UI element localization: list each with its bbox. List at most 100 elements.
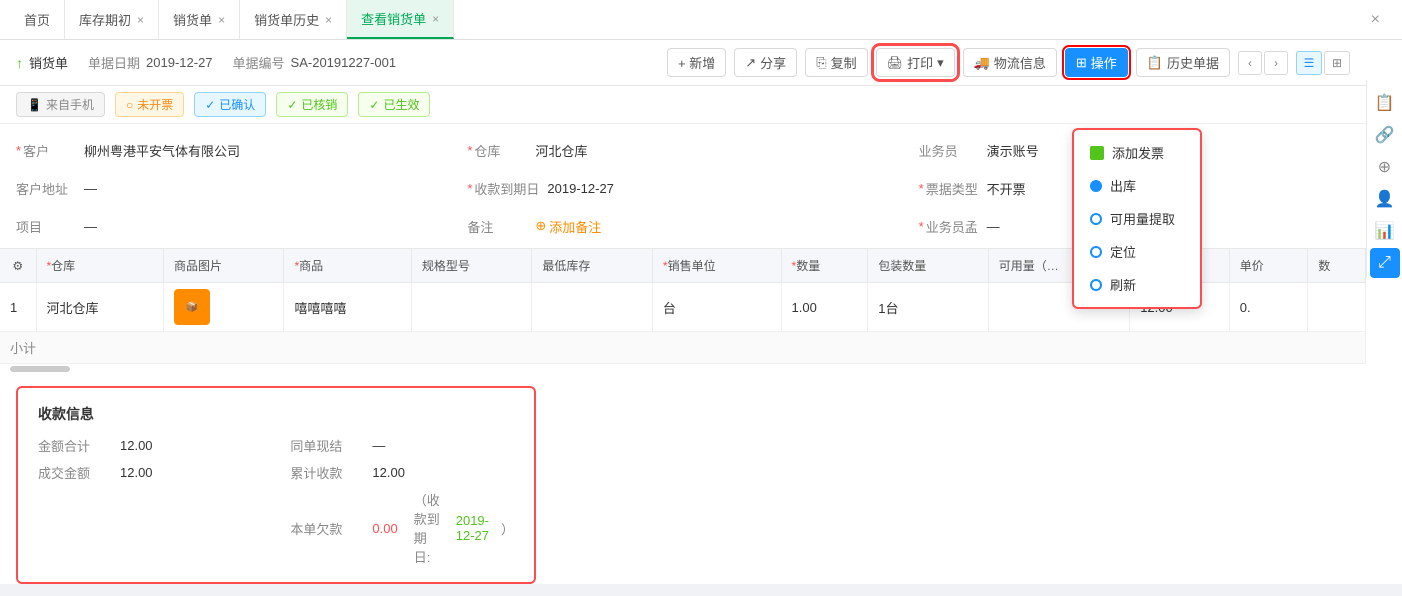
- doc-title: ↑ 销货单: [16, 53, 68, 72]
- add-invoice-icon: [1090, 146, 1104, 160]
- history-label: 历史单据: [1167, 53, 1219, 72]
- window-close-button[interactable]: ×: [1359, 11, 1392, 29]
- tab-inventory-init-close[interactable]: ×: [137, 13, 144, 27]
- print-dropdown-icon: ▾: [937, 55, 944, 71]
- history-button[interactable]: 📋 历史单据: [1136, 48, 1230, 77]
- address-value: —: [84, 181, 447, 196]
- payment-right: 同单现结 — 累计收款 12.00 本单欠款 0.00 （收款到期日: 2019…: [290, 436, 514, 566]
- tab-sales-history-label: 销货单历史: [254, 10, 319, 29]
- not-open-ticket-btn[interactable]: ○ 未开票: [115, 92, 184, 117]
- scroll-indicator[interactable]: [10, 366, 70, 372]
- ticket-icon: ○: [126, 98, 133, 112]
- tab-view-sales-close[interactable]: ×: [432, 12, 439, 26]
- payment-date-label: * 收款到期日: [467, 179, 539, 198]
- doc-number-value: SA-20191227-001: [291, 55, 397, 70]
- doc-type-icon: ↑: [16, 55, 23, 71]
- reviewed-icon: ✓: [287, 98, 297, 112]
- reviewed-btn[interactable]: ✓ 已核销: [276, 92, 348, 117]
- col-unit-price: 单价: [1229, 249, 1308, 283]
- owe-due-close: ）: [501, 519, 514, 538]
- col-settings[interactable]: ⚙: [0, 249, 36, 283]
- tab-sales-history[interactable]: 销货单历史 ×: [240, 0, 347, 39]
- doc-date-item: 单据日期 2019-12-27: [88, 53, 213, 72]
- subtotal-label: 小计: [0, 332, 1366, 364]
- tab-bar: 首页 库存期初 × 销货单 × 销货单历史 × 查看销货单 × ×: [0, 0, 1402, 40]
- staff-label: 业务员: [919, 141, 979, 160]
- add-invoice-item[interactable]: 添加发票: [1074, 136, 1200, 169]
- right-icon-expand[interactable]: ⤢: [1370, 248, 1400, 278]
- right-icon-link[interactable]: 🔗: [1370, 120, 1400, 150]
- nav-arrows: ‹ ›: [1238, 51, 1288, 75]
- tab-sales-order-close[interactable]: ×: [218, 13, 225, 27]
- next-arrow[interactable]: ›: [1264, 51, 1288, 75]
- subtotal-row: 小计: [0, 332, 1366, 364]
- main-area: ↑ 销货单 单据日期 2019-12-27 单据编号 SA-20191227-0…: [0, 40, 1402, 584]
- effective-btn[interactable]: ✓ 已生效: [358, 92, 430, 117]
- total-amount-value: 12.00: [120, 438, 153, 453]
- confirmed-label: 已确认: [219, 96, 255, 113]
- from-phone-btn[interactable]: 📱 来自手机: [16, 92, 105, 117]
- logistics-label: 物流信息: [994, 53, 1046, 72]
- col-amount: 数: [1308, 249, 1366, 283]
- row-amount: [1308, 283, 1366, 332]
- logistics-icon: 🚚: [974, 55, 990, 71]
- operation-dropdown: 添加发票 出库 可用量提取 定位 刷新: [1072, 128, 1202, 309]
- tab-home[interactable]: 首页: [10, 0, 65, 39]
- add-remark-label: 添加备注: [549, 217, 601, 236]
- row-image: 📦: [163, 283, 283, 332]
- payment-info-title: 收款信息: [38, 404, 514, 424]
- locate-label: 定位: [1110, 242, 1136, 261]
- operation-button[interactable]: ⊞ 操作: [1065, 48, 1128, 77]
- available-pick-item[interactable]: 可用量提取: [1074, 202, 1200, 235]
- status-bar: 📱 来自手机 ○ 未开票 ✓ 已确认 ✓ 已核销 ✓ 已生效: [0, 86, 1366, 124]
- customer-row: * 客户 柳州粤港平安气体有限公司: [16, 136, 447, 164]
- payment-info-box: 收款信息 金额合计 12.00 成交金额 12.00 同单现结 —: [16, 386, 536, 584]
- copy-label: 复制: [831, 53, 857, 72]
- tab-sales-history-close[interactable]: ×: [325, 13, 332, 27]
- prev-arrow[interactable]: ‹: [1238, 51, 1262, 75]
- warehouse-value: 河北仓库: [535, 141, 898, 160]
- tab-view-sales[interactable]: 查看销货单 ×: [347, 0, 454, 39]
- print-label: 打印: [907, 53, 933, 72]
- cumulative-row: 累计收款 12.00: [290, 463, 514, 482]
- deal-amount-label: 成交金额: [38, 463, 108, 482]
- tab-sales-order[interactable]: 销货单 ×: [159, 0, 240, 39]
- refresh-item[interactable]: 刷新: [1074, 268, 1200, 301]
- print-button[interactable]: 🖨 打印 ▾: [876, 48, 955, 77]
- row-quantity: 1.00: [781, 283, 868, 332]
- right-icon-user[interactable]: 👤: [1370, 184, 1400, 214]
- available-pick-icon: [1090, 213, 1102, 225]
- operation-label: 操作: [1091, 53, 1117, 72]
- plus-icon: ⊕: [535, 218, 546, 234]
- add-button[interactable]: + 新增: [667, 48, 726, 77]
- not-open-label: 未开票: [137, 96, 173, 113]
- outbound-icon: [1090, 180, 1102, 192]
- outbound-item[interactable]: 出库: [1074, 169, 1200, 202]
- product-thumbnail: 📦: [174, 289, 210, 325]
- same-order-label: 同单现结: [290, 436, 360, 455]
- tab-inventory-init[interactable]: 库存期初 ×: [65, 0, 159, 39]
- grid-view-btn[interactable]: ⊞: [1324, 51, 1350, 75]
- share-button[interactable]: ↗ 分享: [734, 48, 797, 77]
- history-icon: 📋: [1147, 55, 1163, 71]
- locate-item[interactable]: 定位: [1074, 235, 1200, 268]
- effective-label: 已生效: [383, 96, 419, 113]
- col-warehouse: *仓库: [36, 249, 163, 283]
- share-label: 分享: [760, 53, 786, 72]
- right-icon-doc[interactable]: 📋: [1370, 88, 1400, 118]
- print-icon: 🖨: [887, 55, 904, 71]
- same-order-row: 同单现结 —: [290, 436, 514, 455]
- share-icon: ↗: [745, 55, 756, 71]
- row-num: 1: [0, 283, 36, 332]
- add-remark-btn[interactable]: ⊕ 添加备注: [535, 217, 601, 236]
- col-sales-unit: *销售单位: [652, 249, 781, 283]
- tab-home-label: 首页: [24, 10, 50, 29]
- right-icon-chart[interactable]: 📊: [1370, 216, 1400, 246]
- copy-button[interactable]: ⎘ 复制: [805, 48, 867, 77]
- locate-icon: [1090, 246, 1102, 258]
- logistics-button[interactable]: 🚚 物流信息: [963, 48, 1057, 77]
- list-view-btn[interactable]: ☰: [1296, 51, 1322, 75]
- confirmed-btn[interactable]: ✓ 已确认: [194, 92, 266, 117]
- payment-left: 金额合计 12.00 成交金额 12.00: [38, 436, 250, 566]
- right-icon-add[interactable]: ⊕: [1370, 152, 1400, 182]
